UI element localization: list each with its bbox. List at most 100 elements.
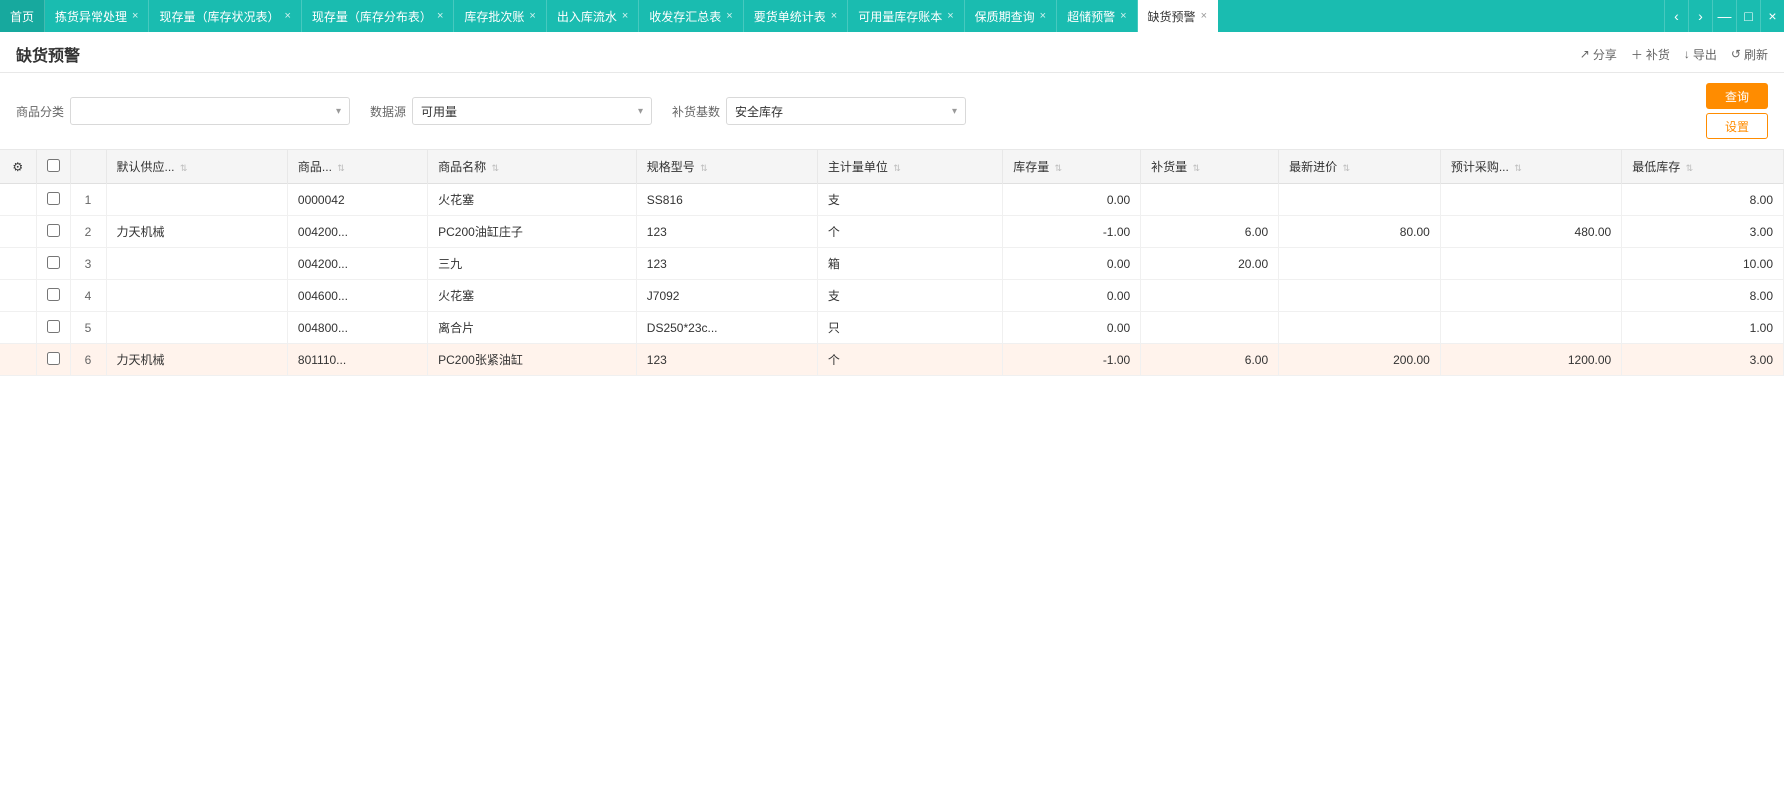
close-tab-exception[interactable]: × <box>132 10 138 22</box>
row-checkbox-0[interactable] <box>36 184 70 216</box>
col-checkbox[interactable] <box>36 150 70 184</box>
row-code-3: 004600... <box>287 280 427 312</box>
col-est-purchase: 预计采购... ⇅ <box>1440 150 1621 184</box>
row-check-1[interactable] <box>47 224 60 237</box>
row-num-5: 6 <box>70 344 106 376</box>
table-row[interactable]: 5 004800... 离合片 DS250*23c... 只 0.00 1.00 <box>0 312 1784 344</box>
row-check-3[interactable] <box>47 288 60 301</box>
close-tab-shortage[interactable]: × <box>1201 10 1207 22</box>
close-tab-demand[interactable]: × <box>831 10 837 22</box>
category-filter-group: 商品分类 ▾ <box>16 97 350 125</box>
gear-icon[interactable]: ⚙ <box>12 160 23 174</box>
table-row[interactable]: 6 力天机械 801110... PC200张紧油缸 123 个 -1.00 6… <box>0 344 1784 376</box>
replenish-base-select[interactable]: 安全库存 ▾ <box>726 97 966 125</box>
close-tab-available[interactable]: × <box>947 10 953 22</box>
col-product-name: 商品名称 ⇅ <box>428 150 637 184</box>
col-settings[interactable]: ⚙ <box>0 150 36 184</box>
row-supplier-4 <box>106 312 287 344</box>
row-check-5[interactable] <box>47 352 60 365</box>
close-tab-stock-status[interactable]: × <box>284 10 290 22</box>
row-price-4 <box>1279 312 1441 344</box>
tab-expiry[interactable]: 保质期查询 × <box>965 0 1057 32</box>
tab-minimize-button[interactable]: — <box>1712 0 1736 32</box>
col-min-stock-label: 最低库存 <box>1632 160 1680 174</box>
export-action[interactable]: ↓ 导出 <box>1684 46 1717 63</box>
tab-stock-status[interactable]: 现存量（库存状况表） × <box>149 0 301 32</box>
close-tab-collection[interactable]: × <box>726 10 732 22</box>
row-spec-5: 123 <box>636 344 817 376</box>
tab-overstock[interactable]: 超储预警 × <box>1057 0 1137 32</box>
row-checkbox-2[interactable] <box>36 248 70 280</box>
category-select[interactable]: ▾ <box>70 97 350 125</box>
share-action[interactable]: ↗ 分享 <box>1580 46 1617 63</box>
sort-unit-icon[interactable]: ⇅ <box>893 163 901 173</box>
sort-replenish-icon[interactable]: ⇅ <box>1193 163 1201 173</box>
row-checkbox-4[interactable] <box>36 312 70 344</box>
select-all-checkbox[interactable] <box>47 159 60 172</box>
tab-maximize-button[interactable]: □ <box>1736 0 1760 32</box>
tab-prev-button[interactable]: ‹ <box>1664 0 1688 32</box>
header-actions: ↗ 分享 ＋ 补货 ↓ 导出 ↺ 刷新 <box>1580 46 1768 63</box>
refresh-action[interactable]: ↺ 刷新 <box>1731 46 1768 63</box>
row-check-0[interactable] <box>47 192 60 205</box>
tab-exception[interactable]: 拣货异常处理 × <box>45 0 149 32</box>
close-tab-batch[interactable]: × <box>529 10 535 22</box>
tab-nav-buttons: ‹ › — □ × <box>1664 0 1784 32</box>
table-row[interactable]: 4 004600... 火花塞 J7092 支 0.00 8.00 <box>0 280 1784 312</box>
table-row[interactable]: 3 004200... 三九 123 箱 0.00 20.00 10.00 <box>0 248 1784 280</box>
row-unit-0: 支 <box>817 184 1002 216</box>
tab-inout[interactable]: 出入库流水 × <box>547 0 639 32</box>
row-num-1: 2 <box>70 216 106 248</box>
sort-spec-icon[interactable]: ⇅ <box>700 163 708 173</box>
row-est-2 <box>1440 248 1621 280</box>
row-checkbox-1[interactable] <box>36 216 70 248</box>
replenish-chevron-icon: ▾ <box>952 106 957 117</box>
close-tab-expiry[interactable]: × <box>1040 10 1046 22</box>
row-name-3: 火花塞 <box>428 280 637 312</box>
col-unit-label: 主计量单位 <box>828 160 888 174</box>
row-checkbox-5[interactable] <box>36 344 70 376</box>
filter-bar: 商品分类 ▾ 数据源 可用量 ▾ 补货基数 安全库存 ▾ 查询 设置 <box>0 73 1784 150</box>
table-row[interactable]: 2 力天机械 004200... PC200油缸庄子 123 个 -1.00 6… <box>0 216 1784 248</box>
sort-min-icon[interactable]: ⇅ <box>1686 163 1694 173</box>
row-spec-4: DS250*23c... <box>636 312 817 344</box>
query-button[interactable]: 查询 <box>1706 83 1768 109</box>
table-container: ⚙ 默认供应... ⇅ 商品... ⇅ 商品名称 <box>0 150 1784 376</box>
row-min-stock-5: 3.00 <box>1622 344 1784 376</box>
shortage-table: ⚙ 默认供应... ⇅ 商品... ⇅ 商品名称 <box>0 150 1784 376</box>
settings-button[interactable]: 设置 <box>1706 113 1768 139</box>
close-tab-overstock[interactable]: × <box>1120 10 1126 22</box>
tab-home[interactable]: 首页 <box>0 0 45 32</box>
tab-stock-dist[interactable]: 现存量（库存分布表） × <box>302 0 454 32</box>
sort-price-icon[interactable]: ⇅ <box>1343 163 1351 173</box>
sort-code-icon[interactable]: ⇅ <box>337 163 345 173</box>
row-code-1: 004200... <box>287 216 427 248</box>
tab-shortage[interactable]: 缺货预警 × <box>1138 0 1218 32</box>
table-row[interactable]: 1 0000042 火花塞 SS816 支 0.00 8.00 <box>0 184 1784 216</box>
row-checkbox-3[interactable] <box>36 280 70 312</box>
tab-batch[interactable]: 库存批次账 × <box>454 0 546 32</box>
tab-next-button[interactable]: › <box>1688 0 1712 32</box>
datasource-select[interactable]: 可用量 ▾ <box>412 97 652 125</box>
sort-stock-icon[interactable]: ⇅ <box>1055 163 1063 173</box>
replenish-action[interactable]: ＋ 补货 <box>1631 46 1670 63</box>
row-num-3: 4 <box>70 280 106 312</box>
row-replenish-0 <box>1141 184 1279 216</box>
tab-close-all-button[interactable]: × <box>1760 0 1784 32</box>
row-check-2[interactable] <box>47 256 60 269</box>
datasource-chevron-icon: ▾ <box>638 106 643 117</box>
row-num-0: 1 <box>70 184 106 216</box>
row-spec-1: 123 <box>636 216 817 248</box>
row-code-5: 801110... <box>287 344 427 376</box>
close-tab-stock-dist[interactable]: × <box>437 10 443 22</box>
tab-available[interactable]: 可用量库存账本 × <box>848 0 964 32</box>
row-name-0: 火花塞 <box>428 184 637 216</box>
row-unit-4: 只 <box>817 312 1002 344</box>
tab-demand[interactable]: 要货单统计表 × <box>744 0 848 32</box>
sort-est-icon[interactable]: ⇅ <box>1514 163 1522 173</box>
row-check-4[interactable] <box>47 320 60 333</box>
close-tab-inout[interactable]: × <box>622 10 628 22</box>
tab-collection[interactable]: 收发存汇总表 × <box>639 0 743 32</box>
sort-name-icon[interactable]: ⇅ <box>492 163 500 173</box>
sort-supplier-icon[interactable]: ⇅ <box>180 163 188 173</box>
